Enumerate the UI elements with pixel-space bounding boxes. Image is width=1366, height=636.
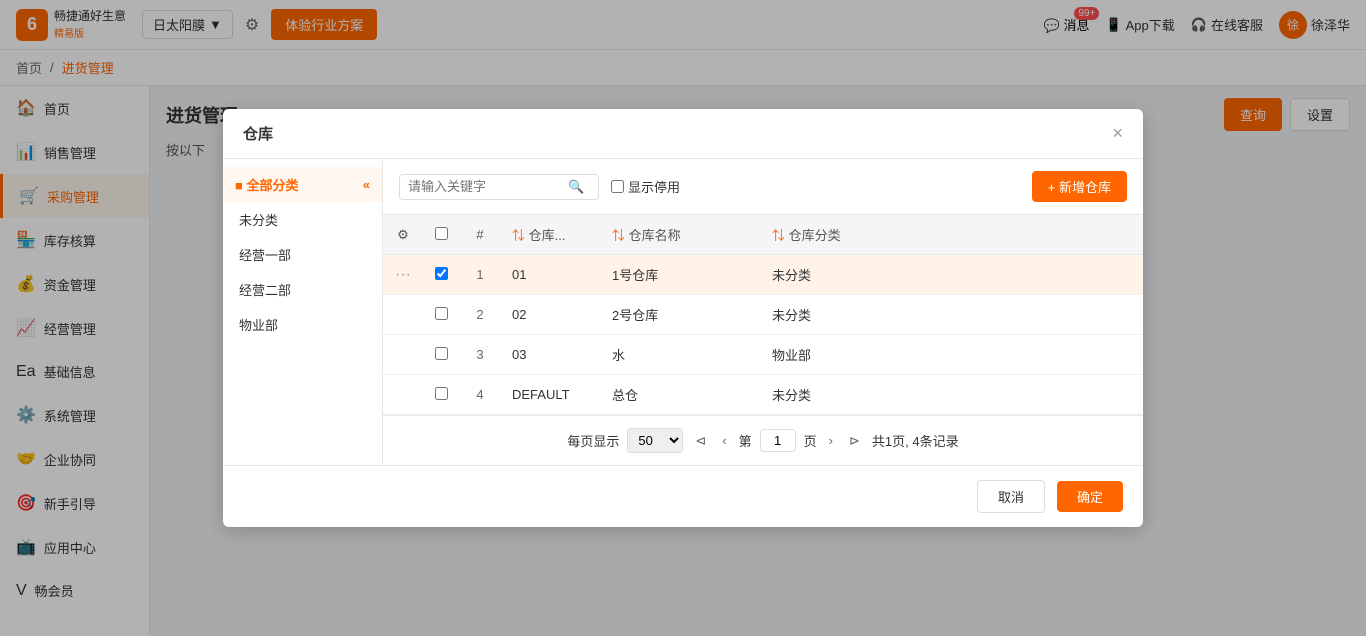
col-checkbox — [423, 215, 460, 255]
show-disabled-label: 显示停用 — [628, 177, 680, 196]
row-checkbox-cell[interactable] — [423, 375, 460, 415]
row-checkbox-cell[interactable] — [423, 295, 460, 335]
modal-toolbar: 🔍 显示停用 + 新增仓库 — [383, 159, 1143, 215]
row-category: 未分类 — [760, 295, 1143, 335]
row-code: DEFAULT — [500, 375, 600, 415]
row-ellipsis[interactable]: ··· — [395, 266, 411, 283]
row-checkbox[interactable] — [435, 387, 448, 400]
content-panel: 🔍 显示停用 + 新增仓库 ⚙ # ⇅ 仓库... — [383, 159, 1143, 465]
show-disabled-checkbox[interactable]: 显示停用 — [611, 177, 680, 196]
table-row[interactable]: 3 03 水 物业部 — [383, 335, 1143, 375]
modal-close-button[interactable]: × — [1112, 123, 1123, 144]
all-categories-label: ■ 全部分类 — [235, 175, 298, 194]
col-num: # — [460, 215, 500, 255]
row-num: 4 — [460, 375, 500, 415]
row-name: 水 — [600, 335, 760, 375]
next-page-button[interactable]: › — [825, 431, 837, 450]
col-category: ⇅ 仓库分类 — [760, 215, 1143, 255]
row-num: 3 — [460, 335, 500, 375]
category-item-property[interactable]: 物业部 — [223, 307, 382, 342]
disabled-checkbox[interactable] — [611, 180, 624, 193]
row-action-cell — [383, 335, 423, 375]
pagination: 每页显示 50 10 20 100 ⊲ ‹ 第 页 › ⊳ 共1页, 4条记录 — [383, 415, 1143, 465]
row-code: 03 — [500, 335, 600, 375]
row-checkbox[interactable] — [435, 307, 448, 320]
select-all-checkbox[interactable] — [435, 227, 448, 240]
row-category: 未分类 — [760, 255, 1143, 295]
row-checkbox[interactable] — [435, 267, 448, 280]
col-code: ⇅ 仓库... — [500, 215, 600, 255]
row-code: 01 — [500, 255, 600, 295]
row-action-cell: ··· — [383, 255, 423, 295]
row-checkbox[interactable] — [435, 347, 448, 360]
col-name: ⇅ 仓库名称 — [600, 215, 760, 255]
row-category: 物业部 — [760, 335, 1143, 375]
table-row[interactable]: 2 02 2号仓库 未分类 — [383, 295, 1143, 335]
warehouse-modal: 仓库 × ■ 全部分类 « 未分类 经营一部 经营二部 物业部 — [223, 109, 1143, 527]
search-box[interactable]: 🔍 — [399, 174, 599, 200]
row-category: 未分类 — [760, 375, 1143, 415]
page-input[interactable] — [760, 429, 796, 452]
per-page-label: 每页显示 — [567, 431, 619, 450]
add-warehouse-button[interactable]: + 新增仓库 — [1032, 171, 1127, 202]
row-action-cell — [383, 375, 423, 415]
last-page-button[interactable]: ⊳ — [845, 431, 864, 451]
total-info: 共1页, 4条记录 — [872, 431, 959, 450]
modal-body: ■ 全部分类 « 未分类 经营一部 经营二部 物业部 🔍 — [223, 159, 1143, 465]
col-gear: ⚙ — [383, 215, 423, 255]
prev-page-button[interactable]: ‹ — [718, 431, 730, 450]
search-icon[interactable]: 🔍 — [568, 179, 584, 195]
cancel-button[interactable]: 取消 — [977, 480, 1045, 513]
page-suffix: 页 — [804, 431, 817, 450]
row-checkbox-cell[interactable] — [423, 255, 460, 295]
category-item-unclassified[interactable]: 未分类 — [223, 202, 382, 237]
table-row[interactable]: 4 DEFAULT 总仓 未分类 — [383, 375, 1143, 415]
row-checkbox-cell[interactable] — [423, 335, 460, 375]
row-num: 1 — [460, 255, 500, 295]
modal-title: 仓库 — [243, 123, 273, 144]
modal-footer: 取消 确定 — [223, 465, 1143, 527]
confirm-button[interactable]: 确定 — [1057, 481, 1123, 512]
page-size-select[interactable]: 50 10 20 100 — [627, 428, 683, 453]
table-row[interactable]: ··· 1 01 1号仓库 未分类 — [383, 255, 1143, 295]
category-item-dept2[interactable]: 经营二部 — [223, 272, 382, 307]
modal-header: 仓库 × — [223, 109, 1143, 159]
row-action-cell — [383, 295, 423, 335]
page-label: 第 — [739, 431, 752, 450]
all-categories-header[interactable]: ■ 全部分类 « — [223, 167, 382, 202]
modal-overlay: 仓库 × ■ 全部分类 « 未分类 经营一部 经营二部 物业部 — [0, 0, 1366, 636]
category-item-dept1[interactable]: 经营一部 — [223, 237, 382, 272]
row-name: 1号仓库 — [600, 255, 760, 295]
warehouse-table: ⚙ # ⇅ 仓库... ⇅ 仓库名称 ⇅ 仓库分类 ··· 1 01 1号仓库 … — [383, 215, 1143, 415]
first-page-button[interactable]: ⊲ — [691, 431, 710, 451]
search-input[interactable] — [408, 179, 568, 194]
row-name: 总仓 — [600, 375, 760, 415]
row-num: 2 — [460, 295, 500, 335]
row-code: 02 — [500, 295, 600, 335]
collapse-icon[interactable]: « — [363, 177, 370, 192]
category-sidebar: ■ 全部分类 « 未分类 经营一部 经营二部 物业部 — [223, 159, 383, 465]
row-name: 2号仓库 — [600, 295, 760, 335]
